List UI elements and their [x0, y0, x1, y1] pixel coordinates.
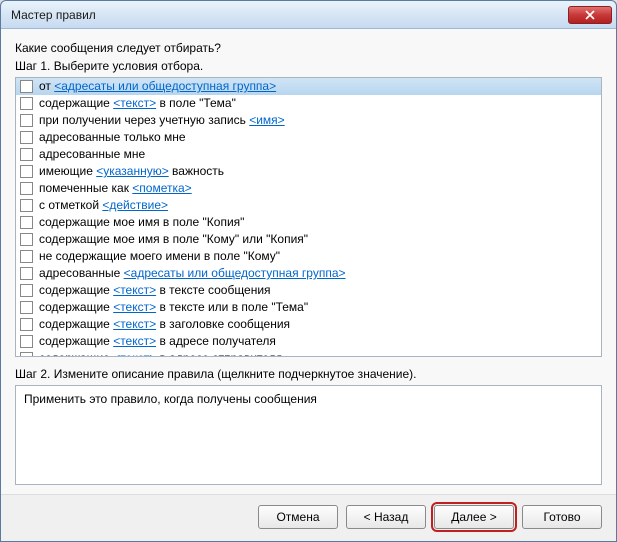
- condition-link[interactable]: <текст>: [113, 334, 156, 348]
- condition-checkbox[interactable]: [20, 318, 33, 331]
- condition-row[interactable]: с отметкой <действие>: [16, 197, 601, 214]
- close-button[interactable]: [568, 6, 612, 24]
- condition-text: содержащие <текст> в адресе отправителя: [39, 351, 282, 357]
- condition-text: не содержащие моего имени в поле "Кому": [39, 249, 280, 264]
- condition-link[interactable]: <имя>: [249, 113, 284, 127]
- conditions-listbox[interactable]: от <адресаты или общедоступная группа> со…: [15, 77, 602, 357]
- condition-row[interactable]: содержащие мое имя в поле "Кому" или "Ко…: [16, 231, 601, 248]
- condition-row[interactable]: содержащие <текст> в заголовке сообщения: [16, 316, 601, 333]
- condition-checkbox[interactable]: [20, 131, 33, 144]
- condition-text: от <адресаты или общедоступная группа>: [39, 79, 276, 94]
- rule-description-text: Применить это правило, когда получены со…: [24, 392, 317, 406]
- cancel-button[interactable]: Отмена: [258, 505, 338, 529]
- condition-checkbox[interactable]: [20, 352, 33, 357]
- condition-text: содержащие мое имя в поле "Кому" или "Ко…: [39, 232, 308, 247]
- condition-row[interactable]: при получении через учетную запись <имя>: [16, 112, 601, 129]
- condition-text: адресованные <адресаты или общедоступная…: [39, 266, 346, 281]
- condition-link[interactable]: <текст>: [113, 351, 156, 357]
- condition-checkbox[interactable]: [20, 267, 33, 280]
- condition-text: содержащие <текст> в поле "Тема": [39, 96, 236, 111]
- condition-checkbox[interactable]: [20, 233, 33, 246]
- titlebar: Мастер правил: [1, 1, 616, 29]
- condition-link[interactable]: <текст>: [113, 317, 156, 331]
- condition-row[interactable]: от <адресаты или общедоступная группа>: [16, 78, 601, 95]
- condition-row[interactable]: помеченные как <пометка>: [16, 180, 601, 197]
- condition-row[interactable]: содержащие <текст> в тексте или в поле "…: [16, 299, 601, 316]
- step2-label: Шаг 2. Измените описание правила (щелкни…: [15, 367, 602, 381]
- condition-row[interactable]: адресованные <адресаты или общедоступная…: [16, 265, 601, 282]
- condition-text: с отметкой <действие>: [39, 198, 168, 213]
- condition-row[interactable]: содержащие <текст> в поле "Тема": [16, 95, 601, 112]
- condition-text: содержащие мое имя в поле "Копия": [39, 215, 244, 230]
- prompt-text: Какие сообщения следует отбирать?: [15, 41, 602, 55]
- condition-link[interactable]: <действие>: [102, 198, 168, 212]
- condition-link[interactable]: <указанную>: [96, 164, 169, 178]
- condition-checkbox[interactable]: [20, 216, 33, 229]
- rules-wizard-window: Мастер правил Какие сообщения следует от…: [0, 0, 617, 542]
- window-title: Мастер правил: [11, 8, 96, 22]
- dialog-body: Какие сообщения следует отбирать? Шаг 1.…: [1, 29, 616, 494]
- condition-row[interactable]: содержащие <текст> в адресе получателя: [16, 333, 601, 350]
- condition-text: адресованные только мне: [39, 130, 186, 145]
- condition-checkbox[interactable]: [20, 165, 33, 178]
- close-icon: [585, 10, 595, 20]
- condition-checkbox[interactable]: [20, 250, 33, 263]
- condition-link[interactable]: <адресаты или общедоступная группа>: [124, 266, 346, 280]
- step1-label: Шаг 1. Выберите условия отбора.: [15, 59, 602, 73]
- next-button[interactable]: Далее >: [434, 505, 514, 529]
- condition-text: содержащие <текст> в тексте или в поле "…: [39, 300, 308, 315]
- condition-checkbox[interactable]: [20, 284, 33, 297]
- condition-row[interactable]: адресованные только мне: [16, 129, 601, 146]
- rule-description-box: Применить это правило, когда получены со…: [15, 385, 602, 485]
- condition-row[interactable]: содержащие <текст> в тексте сообщения: [16, 282, 601, 299]
- condition-text: при получении через учетную запись <имя>: [39, 113, 285, 128]
- finish-button[interactable]: Готово: [522, 505, 602, 529]
- condition-row[interactable]: адресованные мне: [16, 146, 601, 163]
- condition-text: содержащие <текст> в тексте сообщения: [39, 283, 271, 298]
- button-row: Отмена < Назад Далее > Готово: [1, 494, 616, 541]
- back-button[interactable]: < Назад: [346, 505, 426, 529]
- condition-checkbox[interactable]: [20, 114, 33, 127]
- condition-checkbox[interactable]: [20, 148, 33, 161]
- condition-row[interactable]: содержащие <текст> в адресе отправителя: [16, 350, 601, 357]
- condition-row[interactable]: не содержащие моего имени в поле "Кому": [16, 248, 601, 265]
- condition-link[interactable]: <адресаты или общедоступная группа>: [54, 79, 276, 93]
- condition-checkbox[interactable]: [20, 335, 33, 348]
- condition-link[interactable]: <текст>: [113, 96, 156, 110]
- condition-checkbox[interactable]: [20, 301, 33, 314]
- condition-checkbox[interactable]: [20, 97, 33, 110]
- condition-text: содержащие <текст> в заголовке сообщения: [39, 317, 290, 332]
- condition-link[interactable]: <пометка>: [132, 181, 191, 195]
- condition-checkbox[interactable]: [20, 182, 33, 195]
- condition-checkbox[interactable]: [20, 199, 33, 212]
- condition-text: содержащие <текст> в адресе получателя: [39, 334, 276, 349]
- condition-row[interactable]: содержащие мое имя в поле "Копия": [16, 214, 601, 231]
- condition-text: имеющие <указанную> важность: [39, 164, 224, 179]
- condition-text: помеченные как <пометка>: [39, 181, 192, 196]
- condition-link[interactable]: <текст>: [113, 300, 156, 314]
- condition-checkbox[interactable]: [20, 80, 33, 93]
- condition-text: адресованные мне: [39, 147, 145, 162]
- condition-link[interactable]: <текст>: [113, 283, 156, 297]
- condition-row[interactable]: имеющие <указанную> важность: [16, 163, 601, 180]
